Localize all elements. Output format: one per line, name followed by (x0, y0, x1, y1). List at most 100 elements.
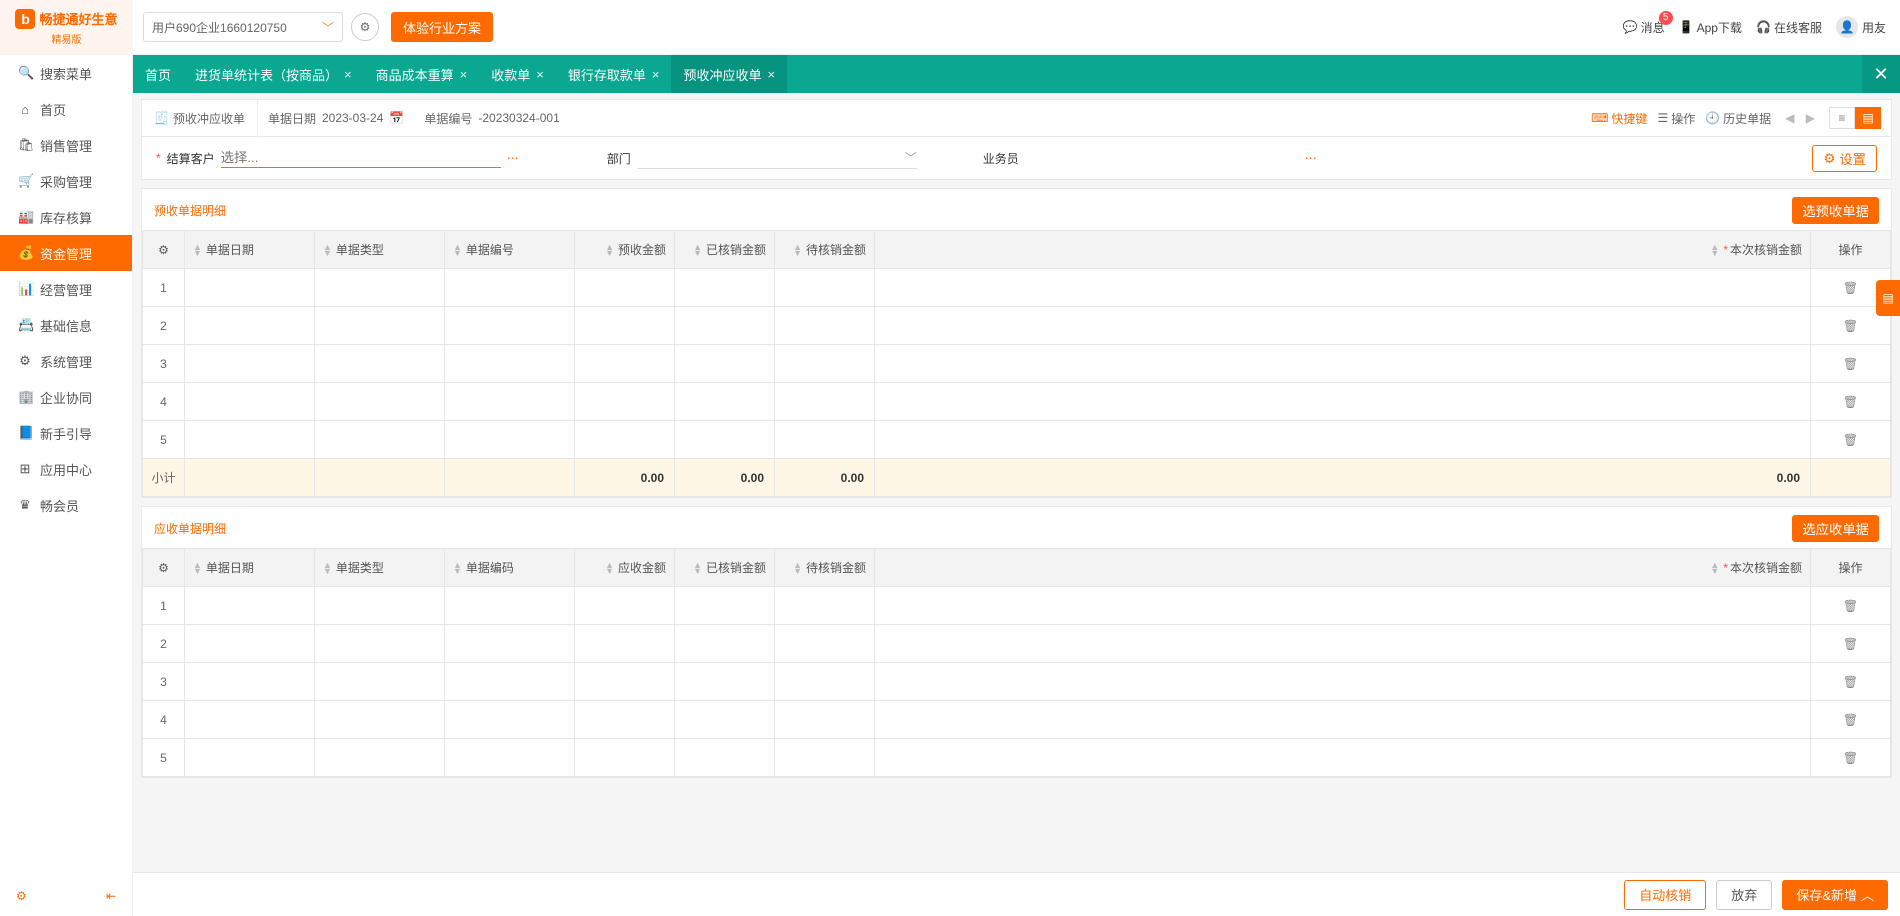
col-no[interactable]: ▲▼单据编码 (445, 549, 575, 587)
company-settings-button[interactable]: ⚙ (351, 13, 379, 41)
cell[interactable] (315, 739, 445, 777)
cell[interactable] (315, 625, 445, 663)
tab-0[interactable]: 首页 (133, 55, 183, 93)
cell[interactable] (875, 739, 1811, 777)
gear-icon[interactable]: ⚙ (16, 889, 27, 903)
cell[interactable] (445, 625, 575, 663)
col-config[interactable]: ⚙ (143, 231, 185, 269)
view-list-button[interactable]: ≡ (1829, 107, 1855, 129)
row-delete-button[interactable]: 🗑 (1811, 383, 1891, 421)
row-delete-button[interactable]: 🗑 (1811, 625, 1891, 663)
cell[interactable] (575, 307, 675, 345)
col-this[interactable]: ▲▼*本次核销金额 (875, 549, 1811, 587)
sales-select[interactable]: ⋯ (1025, 149, 1319, 167)
trial-button[interactable]: 体验行业方案 (391, 12, 493, 42)
sidebar-item-3[interactable]: 🛒采购管理 (0, 163, 132, 199)
cell[interactable] (185, 587, 315, 625)
document-tab[interactable]: 🧾 预收冲应收单 (142, 99, 258, 137)
table-row[interactable]: 3🗑 (143, 663, 1891, 701)
cell[interactable] (675, 383, 775, 421)
tab-4[interactable]: 银行存取款单× (556, 55, 672, 93)
cell[interactable] (575, 269, 675, 307)
col-verified[interactable]: ▲▼已核销金额 (675, 549, 775, 587)
cell[interactable] (575, 345, 675, 383)
cell[interactable] (445, 587, 575, 625)
cell[interactable] (575, 421, 675, 459)
shortcut-button[interactable]: ⌨快捷键 (1591, 110, 1647, 127)
cell[interactable] (315, 701, 445, 739)
cell[interactable] (875, 269, 1811, 307)
cell[interactable] (675, 663, 775, 701)
sidebar-item-6[interactable]: 📊经营管理 (0, 271, 132, 307)
table-row[interactable]: 4🗑 (143, 383, 1891, 421)
cell[interactable] (575, 587, 675, 625)
customer-input[interactable] (221, 148, 501, 168)
sidebar-item-10[interactable]: 📘新手引导 (0, 415, 132, 451)
table-row[interactable]: 3🗑 (143, 345, 1891, 383)
cell[interactable] (185, 269, 315, 307)
customer-lookup-button[interactable]: ⋯ (507, 151, 521, 165)
cell[interactable] (775, 383, 875, 421)
row-delete-button[interactable]: 🗑 (1811, 421, 1891, 459)
prev-record-button[interactable]: ◀ (1781, 111, 1798, 125)
cell[interactable] (315, 663, 445, 701)
cell[interactable] (775, 701, 875, 739)
sidebar-item-5[interactable]: 💰资金管理 (0, 235, 132, 271)
close-icon[interactable]: × (460, 67, 468, 82)
cell[interactable] (875, 587, 1811, 625)
logo[interactable]: b 畅捷通好生意 精易版 (0, 0, 133, 55)
col-this[interactable]: ▲▼*本次核销金额 (875, 231, 1811, 269)
cell[interactable] (875, 383, 1811, 421)
cell[interactable] (445, 269, 575, 307)
cell[interactable] (875, 307, 1811, 345)
close-icon[interactable]: × (536, 67, 544, 82)
sidebar-item-4[interactable]: 🏭库存核算 (0, 199, 132, 235)
cell[interactable] (675, 345, 775, 383)
col-no[interactable]: ▲▼单据编号 (445, 231, 575, 269)
cell[interactable] (775, 739, 875, 777)
cell[interactable] (315, 383, 445, 421)
cell[interactable] (775, 625, 875, 663)
cell[interactable] (675, 701, 775, 739)
cell[interactable] (445, 421, 575, 459)
cell[interactable] (875, 345, 1811, 383)
col-pending[interactable]: ▲▼待核销金额 (775, 231, 875, 269)
cell[interactable] (575, 383, 675, 421)
cell[interactable] (445, 307, 575, 345)
cell[interactable] (185, 663, 315, 701)
col-config[interactable]: ⚙ (143, 549, 185, 587)
close-icon[interactable]: × (344, 67, 352, 82)
table-row[interactable]: 1🗑 (143, 269, 1891, 307)
tab-3[interactable]: 收款单× (479, 55, 556, 93)
cell[interactable] (675, 307, 775, 345)
calendar-icon[interactable]: 📅 (389, 111, 404, 125)
cell[interactable] (875, 625, 1811, 663)
dept-select[interactable]: ﹀ (637, 147, 917, 169)
cell[interactable] (315, 421, 445, 459)
cell[interactable] (675, 739, 775, 777)
discard-button[interactable]: 放弃 (1716, 880, 1772, 910)
cell[interactable] (445, 701, 575, 739)
table-row[interactable]: 2🗑 (143, 625, 1891, 663)
cell[interactable] (185, 701, 315, 739)
col-amount[interactable]: ▲▼应收金额 (575, 549, 675, 587)
sidebar-item-2[interactable]: 🛍销售管理 (0, 127, 132, 163)
sidebar-item-9[interactable]: 🏢企业协同 (0, 379, 132, 415)
sidebar-item-1[interactable]: ⌂首页 (0, 91, 132, 127)
cell[interactable] (185, 739, 315, 777)
sidebar-item-7[interactable]: 📇基础信息 (0, 307, 132, 343)
col-type[interactable]: ▲▼单据类型 (315, 231, 445, 269)
table-row[interactable]: 1🗑 (143, 587, 1891, 625)
app-download-button[interactable]: 📱 App下载 (1679, 19, 1742, 36)
col-pending[interactable]: ▲▼待核销金额 (775, 549, 875, 587)
doc-date-value[interactable]: 2023-03-24 (322, 111, 383, 125)
cell[interactable] (185, 421, 315, 459)
cell[interactable] (575, 701, 675, 739)
select-prepay-button[interactable]: 选预收单据 (1792, 197, 1879, 224)
right-drawer-toggle[interactable]: ▤ (1876, 280, 1900, 316)
sidebar-item-12[interactable]: ♛畅会员 (0, 487, 132, 523)
cell[interactable] (875, 663, 1811, 701)
cell[interactable] (675, 587, 775, 625)
cell[interactable] (575, 739, 675, 777)
cell[interactable] (675, 421, 775, 459)
